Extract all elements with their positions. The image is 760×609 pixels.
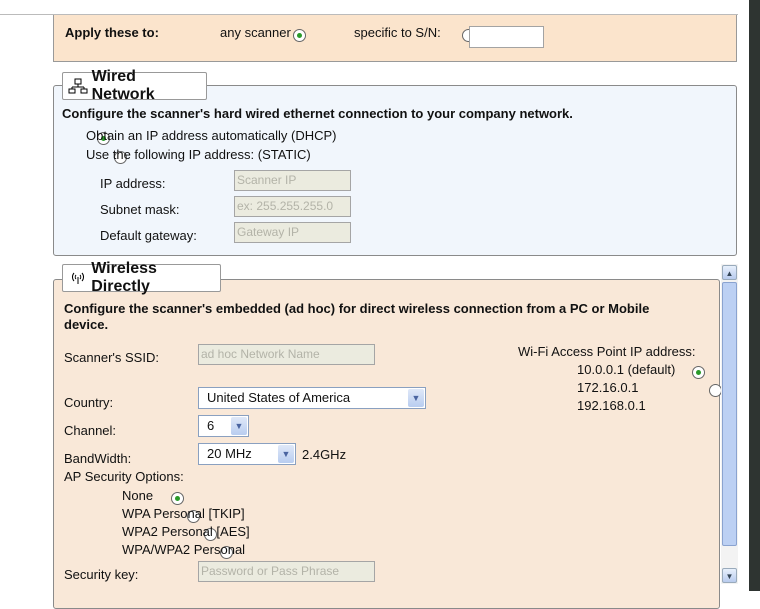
wireless-title: Wireless Directly <box>91 260 157 295</box>
channel-label: Channel: <box>64 423 117 438</box>
scroll-down-button[interactable]: ▼ <box>722 568 737 583</box>
ap-ip-option-label: 10.0.0.1 (default) <box>577 362 676 377</box>
security-option-label: None <box>122 488 154 503</box>
wired-network-legend: Wired Network <box>62 68 207 103</box>
static-label: Use the following IP address: (STATIC) <box>86 147 311 162</box>
ip-address-input[interactable]: Scanner IP <box>234 170 351 191</box>
wired-network-title: Wired Network <box>91 68 155 103</box>
chevron-down-icon: ▼ <box>231 417 247 435</box>
any-scanner-radio[interactable] <box>293 29 306 43</box>
chevron-down-icon: ▼ <box>278 445 294 463</box>
country-select[interactable]: United States of America ▼ <box>198 387 426 409</box>
subnet-mask-input[interactable]: ex: 255.255.255.0 <box>234 196 351 217</box>
wireless-icon <box>72 272 84 284</box>
bandwidth-value: 20 MHz <box>207 446 252 461</box>
ssid-label: Scanner's SSID: <box>64 350 159 365</box>
ap-ip-10-radio[interactable] <box>692 366 705 380</box>
bandwidth-label: BandWidth: <box>64 451 132 466</box>
security-none-radio[interactable] <box>170 492 184 506</box>
ap-ip-172-radio[interactable] <box>708 384 722 398</box>
wireless-description: Configure the scanner's embedded (ad hoc… <box>64 301 650 332</box>
country-label: Country: <box>64 395 114 410</box>
gateway-input[interactable]: Gateway IP <box>234 222 351 243</box>
gateway-label: Default gateway: <box>100 228 197 243</box>
ap-ip-option-label: 192.168.0.1 <box>577 398 646 413</box>
ap-ip-option-label: 172.16.0.1 <box>577 380 639 395</box>
window-border <box>749 0 760 591</box>
security-key-input[interactable]: Password or Pass Phrase <box>198 561 375 582</box>
chevron-down-icon: ▼ <box>408 389 424 407</box>
channel-value: 6 <box>207 418 215 433</box>
wireless-legend: Wireless Directly <box>62 260 221 295</box>
security-key-label: Security key: <box>64 567 139 582</box>
serial-number-input[interactable] <box>469 26 544 48</box>
dhcp-label: Obtain an IP address automatically (DHCP… <box>86 128 337 143</box>
scrollbar-thumb[interactable] <box>722 282 737 546</box>
any-scanner-label: any scanner <box>220 25 291 40</box>
channel-select[interactable]: 6 ▼ <box>198 415 249 437</box>
scroll-up-button[interactable]: ▲ <box>722 265 737 280</box>
security-option-label: WPA2 Personal [AES] <box>122 524 250 539</box>
apply-label: Apply these to: <box>65 25 159 40</box>
specific-sn-label: specific to S/N: <box>354 25 441 40</box>
subnet-mask-label: Subnet mask: <box>100 202 180 217</box>
bandwidth-select[interactable]: 20 MHz ▼ <box>198 443 296 465</box>
security-option-label: WPA Personal [TKIP] <box>122 506 245 521</box>
wired-description: Configure the scanner's hard wired ether… <box>62 106 573 121</box>
security-options-label: AP Security Options: <box>64 469 184 484</box>
ssid-input[interactable]: ad hoc Network Name <box>198 344 375 365</box>
country-value: United States of America <box>207 390 351 405</box>
band-label: 2.4GHz <box>302 447 347 462</box>
security-option-label: WPA/WPA2 Personal <box>122 542 246 557</box>
network-icon <box>68 78 88 94</box>
ip-address-label: IP address: <box>100 176 166 191</box>
ap-ip-label: Wi-Fi Access Point IP address: <box>518 344 696 359</box>
